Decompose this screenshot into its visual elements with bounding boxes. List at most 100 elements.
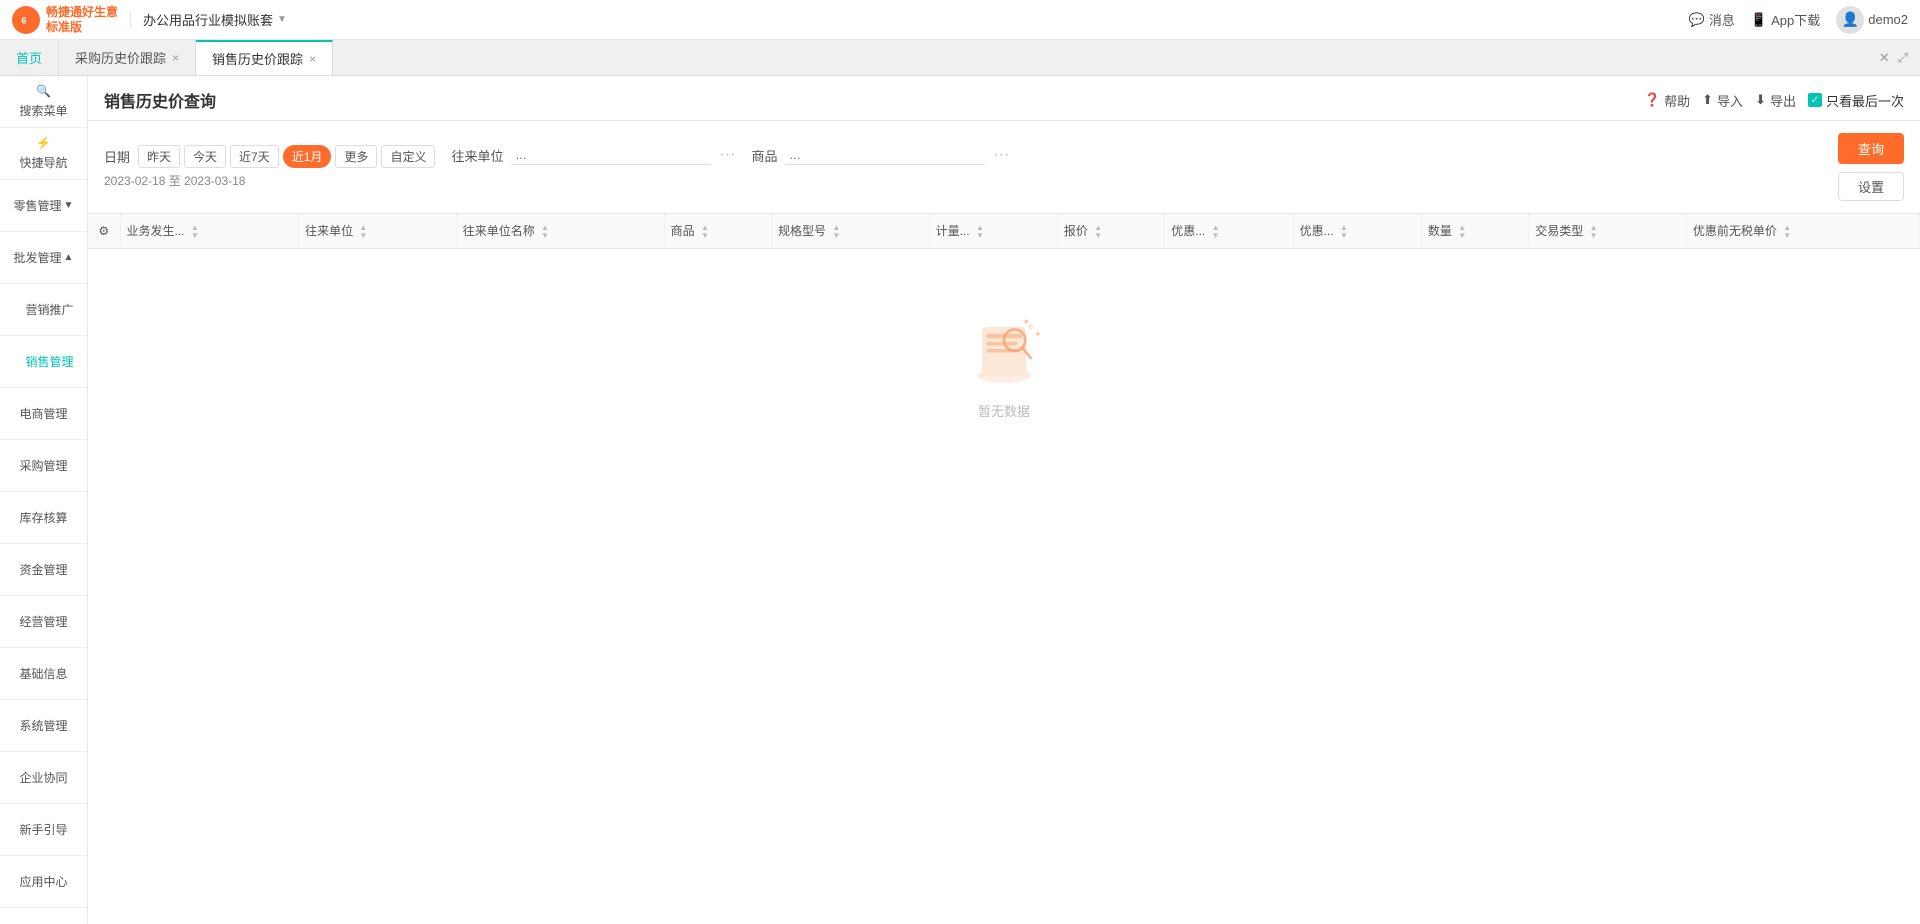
page-header-actions: ❓ 帮助 ⬆ 导入 ⬇ 导出 只看最后一次: [1644, 91, 1904, 110]
th-partner[interactable]: 往来单位 ▲▼: [299, 214, 457, 248]
sort-arrows-spec: ▲▼: [832, 224, 840, 240]
quick-nav-icon: ⚡: [36, 136, 51, 150]
sidebar-item-quick-nav[interactable]: ⚡ 快捷导航: [0, 128, 87, 180]
logo: 6 畅捷通好生意 标准版: [12, 5, 118, 34]
setting-button[interactable]: 设置: [1838, 172, 1904, 201]
sort-arrows-partner: ▲▼: [359, 224, 367, 240]
data-table: ⚙ 业务发生... ▲▼ 往来单位 ▲▼ 往来单位名称 ▲▼: [88, 214, 1920, 249]
table-header: ⚙ 业务发生... ▲▼ 往来单位 ▲▼ 往来单位名称 ▲▼: [88, 214, 1920, 248]
last-only-checkbox-label[interactable]: 只看最后一次: [1808, 91, 1904, 110]
sidebar-item-system-mgmt[interactable]: 系统管理: [0, 700, 87, 752]
app-download-button[interactable]: 📱 App下载: [1751, 10, 1820, 29]
top-bar-left: 6 畅捷通好生意 标准版 办公用品行业模拟账套 ▼: [12, 5, 287, 34]
page-title: 销售历史价查询: [104, 88, 216, 112]
partner-filter-wrap: 往来单位 ···: [451, 145, 735, 165]
sidebar-item-retail-mgmt[interactable]: 零售管理 ▼: [0, 180, 87, 232]
sort-arrows-trade-type: ▲▼: [1590, 224, 1598, 240]
tab-expand-icon[interactable]: ⤢: [1898, 50, 1908, 66]
sidebar-item-purchase-mgmt[interactable]: 采购管理: [0, 440, 87, 492]
sidebar-item-inventory[interactable]: 库存核算: [0, 492, 87, 544]
tab-close-all-icon[interactable]: ✕: [1879, 50, 1890, 66]
last-only-checkbox[interactable]: [1808, 93, 1822, 107]
filter-bar: 日期 昨天 今天 近7天 近1月 更多 自定义 2023-02-18 至 202…: [88, 121, 1920, 214]
date-range-display: 2023-02-18 至 2023-03-18: [104, 172, 245, 189]
help-button[interactable]: ❓ 帮助: [1644, 91, 1690, 110]
date-filter-section: 日期 昨天 今天 近7天 近1月 更多 自定义 2023-02-18 至 202…: [104, 145, 435, 189]
filter-action-col: 查询 设置: [1838, 133, 1904, 201]
message-button[interactable]: 💬 消息: [1689, 10, 1735, 29]
tab-sales-close-icon[interactable]: ×: [309, 52, 316, 66]
empty-state-text: 暂无数据: [978, 401, 1030, 420]
sort-arrows-unit: ▲▼: [976, 224, 984, 240]
th-spec[interactable]: 规格型号 ▲▼: [771, 214, 929, 248]
th-pre-discount-price[interactable]: 优惠前无税单价 ▲▼: [1686, 214, 1919, 248]
tab-purchase-close-icon[interactable]: ×: [172, 51, 179, 65]
empty-state: 暂无数据: [88, 249, 1920, 480]
sort-arrows-pre-discount-price: ▲▼: [1783, 224, 1791, 240]
th-biz-date[interactable]: 业务发生... ▲▼: [120, 214, 299, 248]
gear-icon[interactable]: ⚙: [98, 224, 109, 238]
partner-picker-icon[interactable]: ···: [719, 146, 735, 164]
sort-arrows-partner-name: ▲▼: [541, 224, 549, 240]
sidebar-item-sales-mgmt[interactable]: 销售管理: [0, 336, 87, 388]
sidebar-item-marketing[interactable]: 营销推广: [0, 284, 87, 336]
avatar: 👤: [1836, 6, 1864, 34]
sidebar-item-wechat-enterprise[interactable]: 企业微信: [0, 908, 87, 924]
date-btn-today[interactable]: 今天: [184, 145, 226, 168]
goods-picker-icon[interactable]: ···: [993, 146, 1009, 164]
sort-arrows-qty: ▲▼: [1458, 224, 1466, 240]
tab-home[interactable]: 首页: [0, 40, 59, 75]
page-header: 销售历史价查询 ❓ 帮助 ⬆ 导入 ⬇ 导出 只看最后一次: [88, 76, 1920, 121]
date-btn-yesterday[interactable]: 昨天: [138, 145, 180, 168]
top-bar-right: 💬 消息 📱 App下载 👤 demo2: [1689, 6, 1908, 34]
dropdown-chevron-icon: ▼: [277, 14, 287, 25]
date-btn-7days[interactable]: 近7天: [230, 145, 279, 168]
download-icon: 📱: [1751, 12, 1767, 28]
sidebar-item-basic-info[interactable]: 基础信息: [0, 648, 87, 700]
tab-sales-history[interactable]: 销售历史价跟踪 ×: [196, 40, 333, 75]
sidebar-item-finance[interactable]: 资金管理: [0, 544, 87, 596]
workspace-dropdown[interactable]: 办公用品行业模拟账套 ▼: [130, 10, 287, 29]
sidebar-item-search-menu[interactable]: 🔍 搜索菜单: [0, 76, 87, 128]
empty-state-illustration: [959, 309, 1049, 389]
sort-arrows-discount2: ▲▼: [1340, 224, 1348, 240]
import-button[interactable]: ⬆ 导入: [1702, 91, 1743, 110]
sidebar-item-wholesale-mgmt[interactable]: 批发管理 ▲: [0, 232, 87, 284]
th-gear: ⚙: [88, 214, 120, 248]
th-discount1[interactable]: 优惠... ▲▼: [1165, 214, 1293, 248]
th-qty[interactable]: 数量 ▲▼: [1421, 214, 1528, 248]
logo-icon: 6: [12, 6, 40, 34]
partner-filter-section: 往来单位 ···: [451, 145, 735, 165]
th-quote[interactable]: 报价 ▲▼: [1057, 214, 1164, 248]
tab-purchase-history[interactable]: 采购历史价跟踪 ×: [59, 40, 196, 75]
export-button[interactable]: ⬇ 导出: [1755, 91, 1796, 110]
th-partner-name[interactable]: 往来单位名称 ▲▼: [456, 214, 664, 248]
sort-arrows-biz-date: ▲▼: [191, 224, 199, 240]
date-btn-custom[interactable]: 自定义: [381, 145, 435, 168]
th-discount2[interactable]: 优惠... ▲▼: [1293, 214, 1421, 248]
main-layout: 🔍 搜索菜单 ⚡ 快捷导航 零售管理 ▼ 批发管理 ▲ 营销推广 销售管理 电商…: [0, 76, 1920, 924]
sidebar-item-operations[interactable]: 经营管理: [0, 596, 87, 648]
sidebar-item-app-center[interactable]: 应用中心: [0, 856, 87, 908]
sort-arrows-quote: ▲▼: [1094, 224, 1102, 240]
goods-filter-wrap: 商品 ···: [751, 145, 1009, 165]
date-filter-group: 昨天 今天 近7天 近1月 更多 自定义: [138, 145, 435, 168]
import-icon: ⬆: [1702, 92, 1713, 108]
sidebar-item-ecommerce[interactable]: 电商管理: [0, 388, 87, 440]
content-area: 销售历史价查询 ❓ 帮助 ⬆ 导入 ⬇ 导出 只看最后一次: [88, 76, 1920, 924]
th-unit[interactable]: 计量... ▲▼: [929, 214, 1057, 248]
goods-input[interactable]: [785, 145, 985, 165]
sort-arrows-goods: ▲▼: [701, 224, 709, 240]
tab-bar-actions: ✕ ⤢: [1867, 50, 1920, 66]
user-avatar-button[interactable]: 👤 demo2: [1836, 6, 1908, 34]
th-goods[interactable]: 商品 ▲▼: [664, 214, 771, 248]
top-bar: 6 畅捷通好生意 标准版 办公用品行业模拟账套 ▼ 💬 消息 📱 App下载 👤: [0, 0, 1920, 40]
th-trade-type[interactable]: 交易类型 ▲▼: [1529, 214, 1687, 248]
partner-input[interactable]: [511, 145, 711, 165]
logo-text: 畅捷通好生意 标准版: [46, 5, 118, 34]
date-btn-more[interactable]: 更多: [335, 145, 377, 168]
sidebar-item-beginner-guide[interactable]: 新手引导: [0, 804, 87, 856]
date-btn-1month[interactable]: 近1月: [283, 145, 332, 168]
query-button[interactable]: 查询: [1838, 133, 1904, 164]
sidebar-item-enterprise-collab[interactable]: 企业协同: [0, 752, 87, 804]
